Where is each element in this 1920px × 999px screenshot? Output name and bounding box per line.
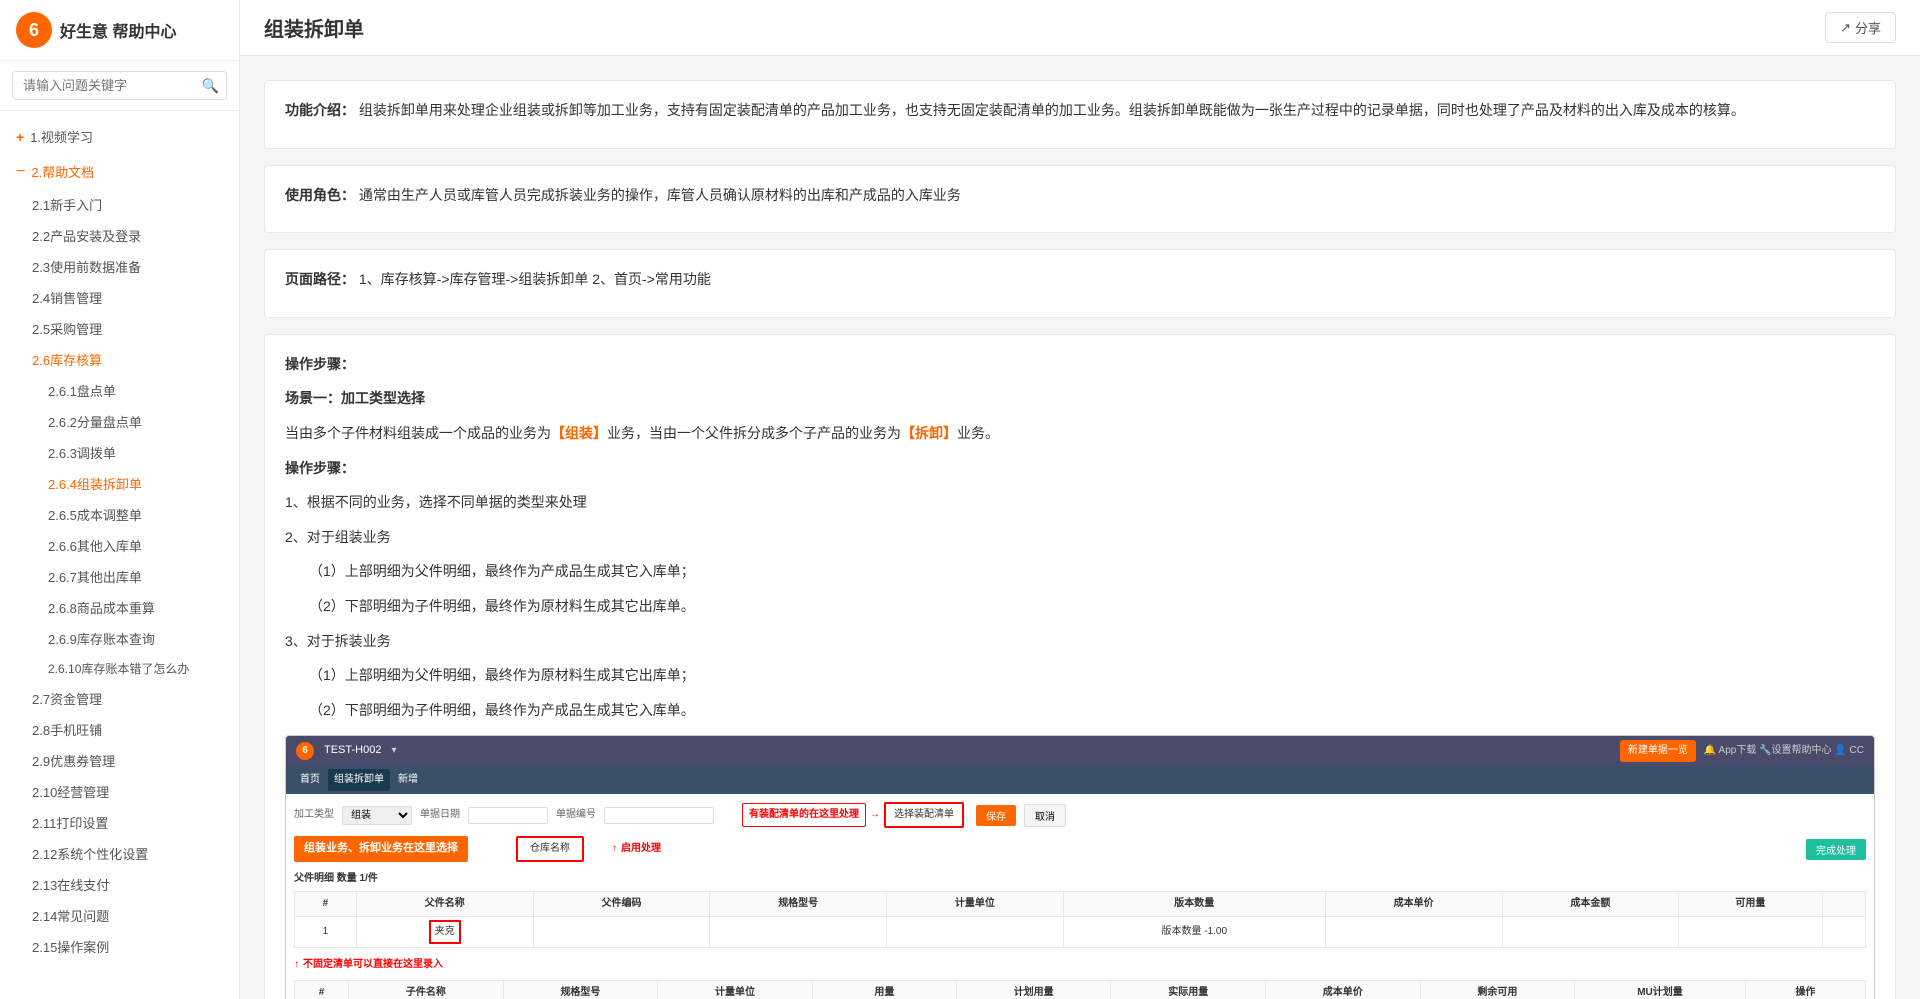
search-icon[interactable]: 🔍 xyxy=(202,77,219,94)
scene1-desc: 当由多个子件材料组装成一个成品的业务为【组装】业务，当由一个父件拆分成多个子产品… xyxy=(285,420,1875,447)
sidebar-item-sub212[interactable]: 2.12系统个性化设置 xyxy=(0,838,239,869)
sidebar-item-docs[interactable]: − 2.帮助文档 xyxy=(0,154,239,189)
sidebar-item-sub24[interactable]: 2.4销售管理 xyxy=(0,282,239,313)
path-text: 页面路径： 1、库存核算->库存管理->组装拆卸单 2、首页->常用功能 xyxy=(285,266,1875,293)
sidebar-item-label: 2.帮助文档 xyxy=(31,162,94,181)
sidebar-item-sub265[interactable]: 2.6.5成本调整单 xyxy=(0,499,239,530)
sidebar-item-sub214[interactable]: 2.14常见问题 xyxy=(0,900,239,931)
page-title: 组装拆卸单 xyxy=(264,13,364,42)
scene1-label: 场景一：加工类型选择 xyxy=(285,385,1875,412)
annotation-direct-input: 不固定清单可以直接在这里录入 xyxy=(303,956,443,974)
sidebar-item-sub269[interactable]: 2.6.9库存账本查询 xyxy=(0,623,239,654)
mock-parent-name[interactable]: 夹克 xyxy=(429,920,461,944)
sidebar-item-sub25[interactable]: 2.5采购管理 xyxy=(0,313,239,344)
mock-cancel-btn[interactable]: 取消 xyxy=(1024,804,1066,827)
step2-2: （2）下部明细为子件明细，最终作为原材料生成其它出库单。 xyxy=(285,593,1875,620)
main-body: 功能介绍： 组装拆卸单用来处理企业组装或拆卸等加工业务，支持有固定装配清单的产品… xyxy=(240,56,1920,999)
sidebar-item-sub267[interactable]: 2.6.7其他出库单 xyxy=(0,561,239,592)
sidebar-item-sub261[interactable]: 2.6.1盘点单 xyxy=(0,375,239,406)
sidebar-item-sub262[interactable]: 2.6.2分量盘点单 xyxy=(0,406,239,437)
mock-date-label: 单据日期 xyxy=(420,806,460,824)
mock-section-header: 组装业务、拆卸业务在这里选择 xyxy=(294,836,468,862)
mock-nav-add[interactable]: 新增 xyxy=(392,769,424,791)
sidebar: 6 好生意 帮助中心 🔍 + 1.视频学习 − 2.帮助文档 2.1新手入门 2… xyxy=(0,0,240,999)
sidebar-item-sub215[interactable]: 2.15操作案例 xyxy=(0,931,239,962)
sidebar-item-sub266[interactable]: 2.6.6其他入库单 xyxy=(0,530,239,561)
step1: 1、根据不同的业务，选择不同单据的类型来处理 xyxy=(285,489,1875,516)
logo-text: 好生意 帮助中心 xyxy=(60,18,176,42)
mock-appid: TEST-H002 xyxy=(324,741,381,761)
collapse-icon: − xyxy=(16,164,25,180)
sidebar-item-sub2610[interactable]: 2.6.10库存账本错了怎么办 xyxy=(0,654,239,683)
sidebar-item-sub268[interactable]: 2.6.8商品成本重算 xyxy=(0,592,239,623)
mock-parent-table-label: 父件明细 数量 1/件 xyxy=(294,870,1866,888)
search-input[interactable] xyxy=(12,71,227,100)
expand-icon: + xyxy=(16,129,24,145)
nav-list: + 1.视频学习 − 2.帮助文档 2.1新手入门 2.2产品安装及登录 2.3… xyxy=(0,111,239,999)
sidebar-item-sub29[interactable]: 2.9优惠券管理 xyxy=(0,745,239,776)
mock-warehouse-input[interactable]: 仓库名称 xyxy=(516,836,584,862)
sidebar-item-sub23[interactable]: 2.3使用前数据准备 xyxy=(0,251,239,282)
step3-label: 3、对于拆装业务 xyxy=(285,628,1875,655)
main-header: 组装拆卸单 ↗ 分享 xyxy=(240,0,1920,56)
sidebar-item-sub213[interactable]: 2.13在线支付 xyxy=(0,869,239,900)
mock-date-input[interactable]: 2019-12-26 xyxy=(468,807,548,824)
sidebar-item-sub211[interactable]: 2.11打印设置 xyxy=(0,807,239,838)
annotation-has-bom: 有装配清单的在这里处理 xyxy=(742,803,866,827)
table-row: 1 夹克 版本数量 -1.00 xyxy=(295,917,1866,948)
step2-1: （1）上部明细为父件明细，最终作为产成品生成其它入库单； xyxy=(285,558,1875,585)
mock-nav-home[interactable]: 首页 xyxy=(294,769,326,791)
sidebar-item-sub22[interactable]: 2.2产品安装及登录 xyxy=(0,220,239,251)
mock-order-label: 单据编号 xyxy=(556,806,596,824)
sidebar-item-sub21[interactable]: 2.1新手入门 xyxy=(0,189,239,220)
ops-steps-label: 操作步骤： xyxy=(285,455,1875,482)
mock-child-table: # 子件名称 规格型号 计量单位 用量 计划用量 实际用量 成本单价 剩余可用 … xyxy=(294,980,1866,999)
role-text: 使用角色： 通常由生产人员或库管人员完成拆装业务的操作，库管人员确认原材料的出库… xyxy=(285,182,1875,209)
mock-save-btn[interactable]: 保存 xyxy=(976,805,1016,826)
mock-form-area: 加工类型 组装 拆卸 单据日期 2019-12-26 单据编号 AD-20191… xyxy=(286,794,1874,999)
sidebar-item-sub28[interactable]: 2.8手机旺铺 xyxy=(0,714,239,745)
sidebar-item-sub27[interactable]: 2.7资金管理 xyxy=(0,683,239,714)
share-icon: ↗ xyxy=(1840,20,1851,36)
annotation-enable: 启用处理 xyxy=(621,840,661,858)
mock-parent-table: # 父件名称 父件编码 规格型号 计量单位 版本数量 成本单价 成本金额 可用量 xyxy=(294,891,1866,948)
mock-order-input[interactable]: AD-20191226-001 xyxy=(604,807,714,824)
ops-label: 操作步骤： xyxy=(285,351,1875,378)
mock-subnav: 首页 组装拆卸单 新增 xyxy=(286,766,1874,794)
feature-intro-card: 功能介绍： 组装拆卸单用来处理企业组装或拆卸等加工业务，支持有固定装配清单的产品… xyxy=(264,80,1896,149)
path-card: 页面路径： 1、库存核算->库存管理->组装拆卸单 2、首页->常用功能 xyxy=(264,249,1896,318)
sidebar-item-video[interactable]: + 1.视频学习 xyxy=(0,119,239,154)
mock-nav-assembly[interactable]: 组装拆卸单 xyxy=(328,769,390,791)
mock-bom-btn[interactable]: 选择装配清单 xyxy=(884,802,964,828)
search-box: 🔍 xyxy=(0,61,239,111)
logo-icon: 6 xyxy=(16,12,52,48)
sidebar-item-sub210[interactable]: 2.10经营管理 xyxy=(0,776,239,807)
sidebar-header: 6 好生意 帮助中心 xyxy=(0,0,239,61)
main-content: 组装拆卸单 ↗ 分享 功能介绍： 组装拆卸单用来处理企业组装或拆卸等加工业务，支… xyxy=(240,0,1920,999)
ops-card: 操作步骤： 场景一：加工类型选择 当由多个子件材料组装成一个成品的业务为【组装】… xyxy=(264,334,1896,999)
mock-topbar: 6 TEST-H002 ▾ 新建单据一览 🔔 App下载 🔧设置帮助中心 👤 C… xyxy=(286,736,1874,766)
step2-label: 2、对于组装业务 xyxy=(285,524,1875,551)
step3-2: （2）下部明细为子件明细，最终作为产成品生成其它入库单。 xyxy=(285,697,1875,724)
mock-type-label: 加工类型 xyxy=(294,806,334,824)
screenshot-container: 6 TEST-H002 ▾ 新建单据一览 🔔 App下载 🔧设置帮助中心 👤 C… xyxy=(285,735,1875,999)
sidebar-item-sub26[interactable]: 2.6库存核算 xyxy=(0,344,239,375)
mock-confirm-btn[interactable]: 完成处理 xyxy=(1806,839,1866,860)
mock-type-select[interactable]: 组装 拆卸 xyxy=(342,806,412,825)
step3-1: （1）上部明细为父件明细，最终作为原材料生成其它出库单； xyxy=(285,662,1875,689)
role-card: 使用角色： 通常由生产人员或库管人员完成拆装业务的操作，库管人员确认原材料的出库… xyxy=(264,165,1896,234)
sidebar-item-sub263[interactable]: 2.6.3调拨单 xyxy=(0,437,239,468)
sidebar-item-label: 1.视频学习 xyxy=(30,127,93,146)
mock-new-btn[interactable]: 新建单据一览 xyxy=(1620,740,1696,762)
sidebar-item-sub264[interactable]: 2.6.4组装拆卸单 xyxy=(0,468,239,499)
mock-logo: 6 xyxy=(296,742,314,760)
feature-intro-text: 功能介绍： 组装拆卸单用来处理企业组装或拆卸等加工业务，支持有固定装配清单的产品… xyxy=(285,97,1875,124)
share-button[interactable]: ↗ 分享 xyxy=(1825,12,1896,43)
